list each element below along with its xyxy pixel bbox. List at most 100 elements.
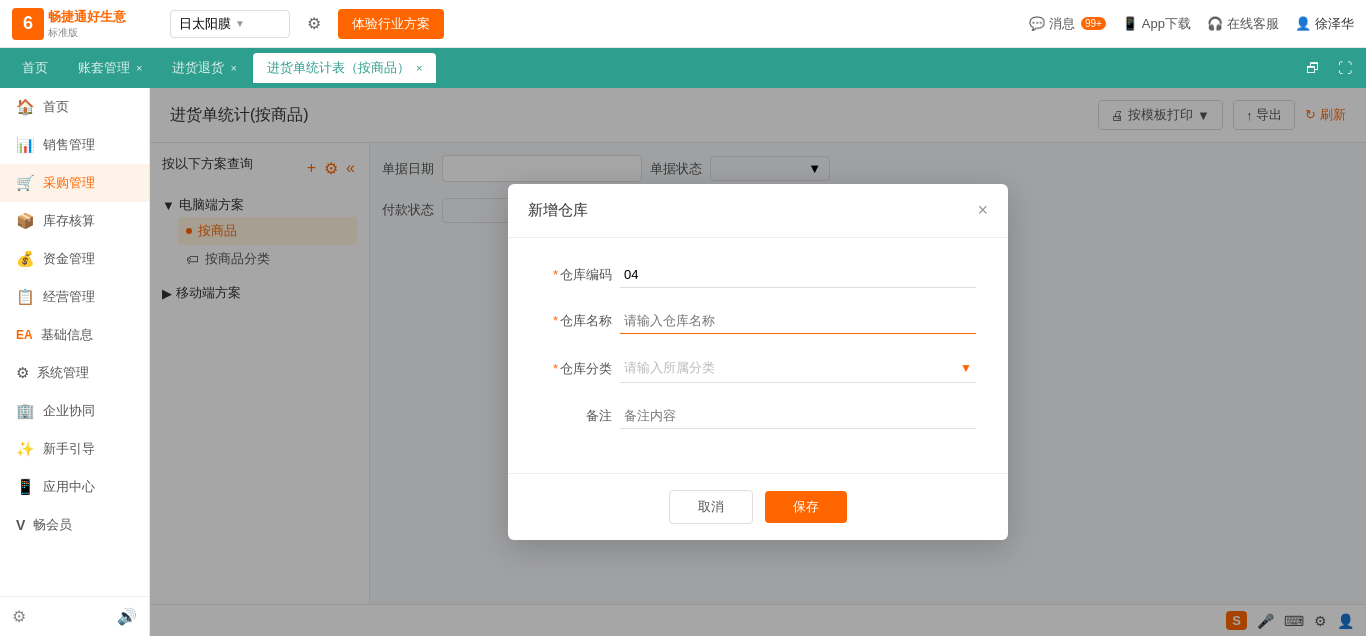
tab-home-label: 首页	[22, 59, 48, 77]
app-download-label: App下载	[1142, 15, 1191, 33]
tab-fullscreen-button[interactable]: ⛶	[1332, 58, 1358, 78]
inventory-icon: 📦	[16, 212, 35, 230]
sidebar-enterprise-label: 企业协同	[43, 402, 95, 420]
tab-bar: 首页 账套管理 × 进货退货 × 进货单统计表（按商品） × 🗗 ⛶	[0, 48, 1366, 88]
tab-account-close[interactable]: ×	[136, 62, 142, 74]
note-label: 备注	[540, 407, 620, 425]
category-chevron-icon: ▼	[960, 361, 972, 375]
dialog-close-button[interactable]: ×	[977, 200, 988, 221]
sidebar-item-finance[interactable]: 💰 资金管理	[0, 240, 149, 278]
tab-purchase-stats[interactable]: 进货单统计表（按商品） ×	[253, 53, 436, 83]
sidebar-item-sales[interactable]: 📊 销售管理	[0, 126, 149, 164]
phone-icon: 📱	[1122, 16, 1138, 31]
cancel-button[interactable]: 取消	[669, 490, 753, 524]
online-service-button[interactable]: 🎧 在线客服	[1207, 15, 1279, 33]
user-profile-button[interactable]: 👤 徐泽华	[1295, 15, 1354, 33]
gear-button[interactable]: ⚙	[298, 8, 330, 40]
sidebar-inventory-label: 库存核算	[43, 212, 95, 230]
tab-purchase-return-close[interactable]: ×	[230, 62, 236, 74]
sidebar-item-guide[interactable]: ✨ 新手引导	[0, 430, 149, 468]
online-service-label: 在线客服	[1227, 15, 1279, 33]
sidebar-system-label: 系统管理	[37, 364, 89, 382]
enterprise-icon: 🏢	[16, 402, 35, 420]
category-placeholder: 请输入所属分类	[624, 359, 715, 377]
sales-icon: 📊	[16, 136, 35, 154]
tab-controls: 🗗 ⛶	[1300, 58, 1358, 78]
note-input[interactable]	[620, 403, 976, 429]
form-row-code: 仓库编码	[540, 262, 976, 288]
tab-purchase-return-label: 进货退货	[172, 59, 224, 77]
brand-sub: 标准版	[48, 26, 126, 40]
store-selector[interactable]: 日太阳膜 ▼	[170, 10, 290, 38]
sidebar-operation-label: 经营管理	[43, 288, 95, 306]
sidebar-item-inventory[interactable]: 📦 库存核算	[0, 202, 149, 240]
messages-button[interactable]: 💬 消息 99+	[1029, 15, 1106, 33]
sidebar-guide-label: 新手引导	[43, 440, 95, 458]
avatar-icon: 👤	[1295, 16, 1311, 31]
code-label: 仓库编码	[540, 266, 620, 284]
sidebar-item-app[interactable]: 📱 应用中心	[0, 468, 149, 506]
sidebar-item-enterprise[interactable]: 🏢 企业协同	[0, 392, 149, 430]
form-row-category: 仓库分类 请输入所属分类 ▼	[540, 354, 976, 383]
home-icon: 🏠	[16, 98, 35, 116]
basic-icon: EA	[16, 328, 33, 342]
logo-text: 畅捷通好生意 标准版	[48, 8, 126, 40]
category-select[interactable]: 请输入所属分类 ▼	[620, 354, 976, 383]
sidebar-home-label: 首页	[43, 98, 69, 116]
tab-purchase-stats-label: 进货单统计表（按商品）	[267, 59, 410, 77]
sidebar-item-home[interactable]: 🏠 首页	[0, 88, 149, 126]
logo-icon: 6	[12, 8, 44, 40]
sidebar-basic-label: 基础信息	[41, 326, 93, 344]
vip-icon: V	[16, 517, 25, 533]
chevron-down-icon: ▼	[235, 18, 245, 29]
message-icon: 💬	[1029, 16, 1045, 31]
finance-icon: 💰	[16, 250, 35, 268]
sidebar-bottom: ⚙ 🔊	[0, 596, 149, 636]
tab-restore-button[interactable]: 🗗	[1300, 58, 1326, 78]
name-label: 仓库名称	[540, 312, 620, 330]
sidebar-finance-label: 资金管理	[43, 250, 95, 268]
save-button[interactable]: 保存	[765, 491, 847, 523]
form-row-note: 备注	[540, 403, 976, 429]
tab-home[interactable]: 首页	[8, 53, 62, 83]
app-download-button[interactable]: 📱 App下载	[1122, 15, 1191, 33]
add-warehouse-dialog: 新增仓库 × 仓库编码 仓库名称 仓库分类 请输入所属分	[508, 184, 1008, 540]
top-navigation: 6 畅捷通好生意 标准版 日太阳膜 ▼ ⚙ 体验行业方案 💬 消息 99+ 📱 …	[0, 0, 1366, 48]
username-label: 徐泽华	[1315, 15, 1354, 33]
operation-icon: 📋	[16, 288, 35, 306]
sidebar-item-basic[interactable]: EA 基础信息	[0, 316, 149, 354]
code-input[interactable]	[620, 262, 976, 288]
tab-account[interactable]: 账套管理 ×	[64, 53, 156, 83]
trial-button[interactable]: 体验行业方案	[338, 9, 444, 39]
sidebar-sales-label: 销售管理	[43, 136, 95, 154]
guide-icon: ✨	[16, 440, 35, 458]
tab-account-label: 账套管理	[78, 59, 130, 77]
dialog-title: 新增仓库	[528, 201, 588, 220]
sidebar-item-operation[interactable]: 📋 经营管理	[0, 278, 149, 316]
purchase-icon: 🛒	[16, 174, 35, 192]
sidebar-purchase-label: 采购管理	[43, 174, 95, 192]
brand-name: 畅捷通好生意	[48, 8, 126, 26]
sidebar-app-label: 应用中心	[43, 478, 95, 496]
sidebar-settings-icon[interactable]: ⚙	[12, 607, 26, 626]
sidebar-item-purchase[interactable]: 🛒 采购管理	[0, 164, 149, 202]
dialog-header: 新增仓库 ×	[508, 184, 1008, 238]
name-input[interactable]	[620, 308, 976, 334]
sidebar-item-system[interactable]: ⚙ 系统管理	[0, 354, 149, 392]
tab-purchase-return[interactable]: 进货退货 ×	[158, 53, 250, 83]
headset-icon: 🎧	[1207, 16, 1223, 31]
messages-badge: 99+	[1081, 17, 1106, 30]
messages-label: 消息	[1049, 15, 1075, 33]
top-right-actions: 💬 消息 99+ 📱 App下载 🎧 在线客服 👤 徐泽华	[1029, 15, 1354, 33]
category-label: 仓库分类	[540, 360, 620, 378]
logo-area: 6 畅捷通好生意 标准版	[12, 8, 162, 40]
sidebar: 🏠 首页 📊 销售管理 🛒 采购管理 📦 库存核算 💰 资金管理 📋 经营管理 …	[0, 88, 150, 636]
system-icon: ⚙	[16, 364, 29, 382]
sidebar-collapse-icon[interactable]: 🔊	[117, 607, 137, 626]
form-row-name: 仓库名称	[540, 308, 976, 334]
tab-purchase-stats-close[interactable]: ×	[416, 62, 422, 74]
app-icon: 📱	[16, 478, 35, 496]
sidebar-item-vip[interactable]: V 畅会员	[0, 506, 149, 544]
main-layout: 🏠 首页 📊 销售管理 🛒 采购管理 📦 库存核算 💰 资金管理 📋 经营管理 …	[0, 88, 1366, 636]
store-name: 日太阳膜	[179, 15, 231, 33]
